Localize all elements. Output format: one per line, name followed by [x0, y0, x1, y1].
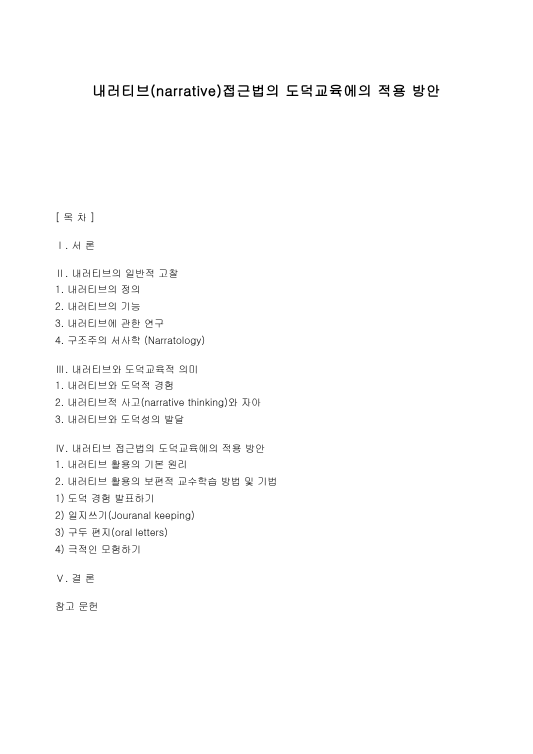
- toc-item: 3. 내러티브에 관한 연구: [55, 316, 478, 331]
- section-3-head: Ⅲ. 내러티브와 도덕교육적 의미: [55, 362, 478, 376]
- toc-item: 3) 구두 편지(oral letters): [55, 525, 478, 540]
- toc-item: 4) 극적인 모험하기: [55, 542, 478, 557]
- toc-item: 2) 일지쓰기(Jouranal keeping): [55, 508, 478, 523]
- toc-item: 2. 내러티브 활용의 보편적 교수학습 방법 및 기법: [55, 474, 478, 489]
- toc-item: 1) 도덕 경험 발표하기: [55, 491, 478, 506]
- toc-item: 2. 내러티브적 사고(narrative thinking)와 자아: [55, 395, 478, 410]
- section-2-head: Ⅱ. 내러티브의 일반적 고찰: [55, 266, 478, 280]
- section-4-head: Ⅳ. 내러티브 접근법의 도덕교육에의 적용 방안: [55, 441, 478, 455]
- references-label: 참고 문헌: [55, 599, 478, 613]
- document-title: 내러티브(narrative)접근법의 도덕교육에의 적용 방안: [55, 80, 478, 100]
- section-5-head: Ⅴ. 결 론: [55, 571, 478, 585]
- toc-item: 1. 내러티브와 도덕적 경험: [55, 378, 478, 393]
- toc-header: [ 목 차 ]: [55, 210, 478, 224]
- toc-item: 1. 내러티브 활용의 기본 원리: [55, 457, 478, 472]
- section-1-head: Ⅰ. 서 론: [55, 238, 478, 252]
- toc-item: 3. 내러티브와 도덕성의 발달: [55, 412, 478, 427]
- toc-item: 1. 내러티브의 정의: [55, 282, 478, 297]
- toc-item: 4. 구조주의 서사학 (Narratology): [55, 333, 478, 348]
- toc-item: 2. 내러티브의 기능: [55, 299, 478, 314]
